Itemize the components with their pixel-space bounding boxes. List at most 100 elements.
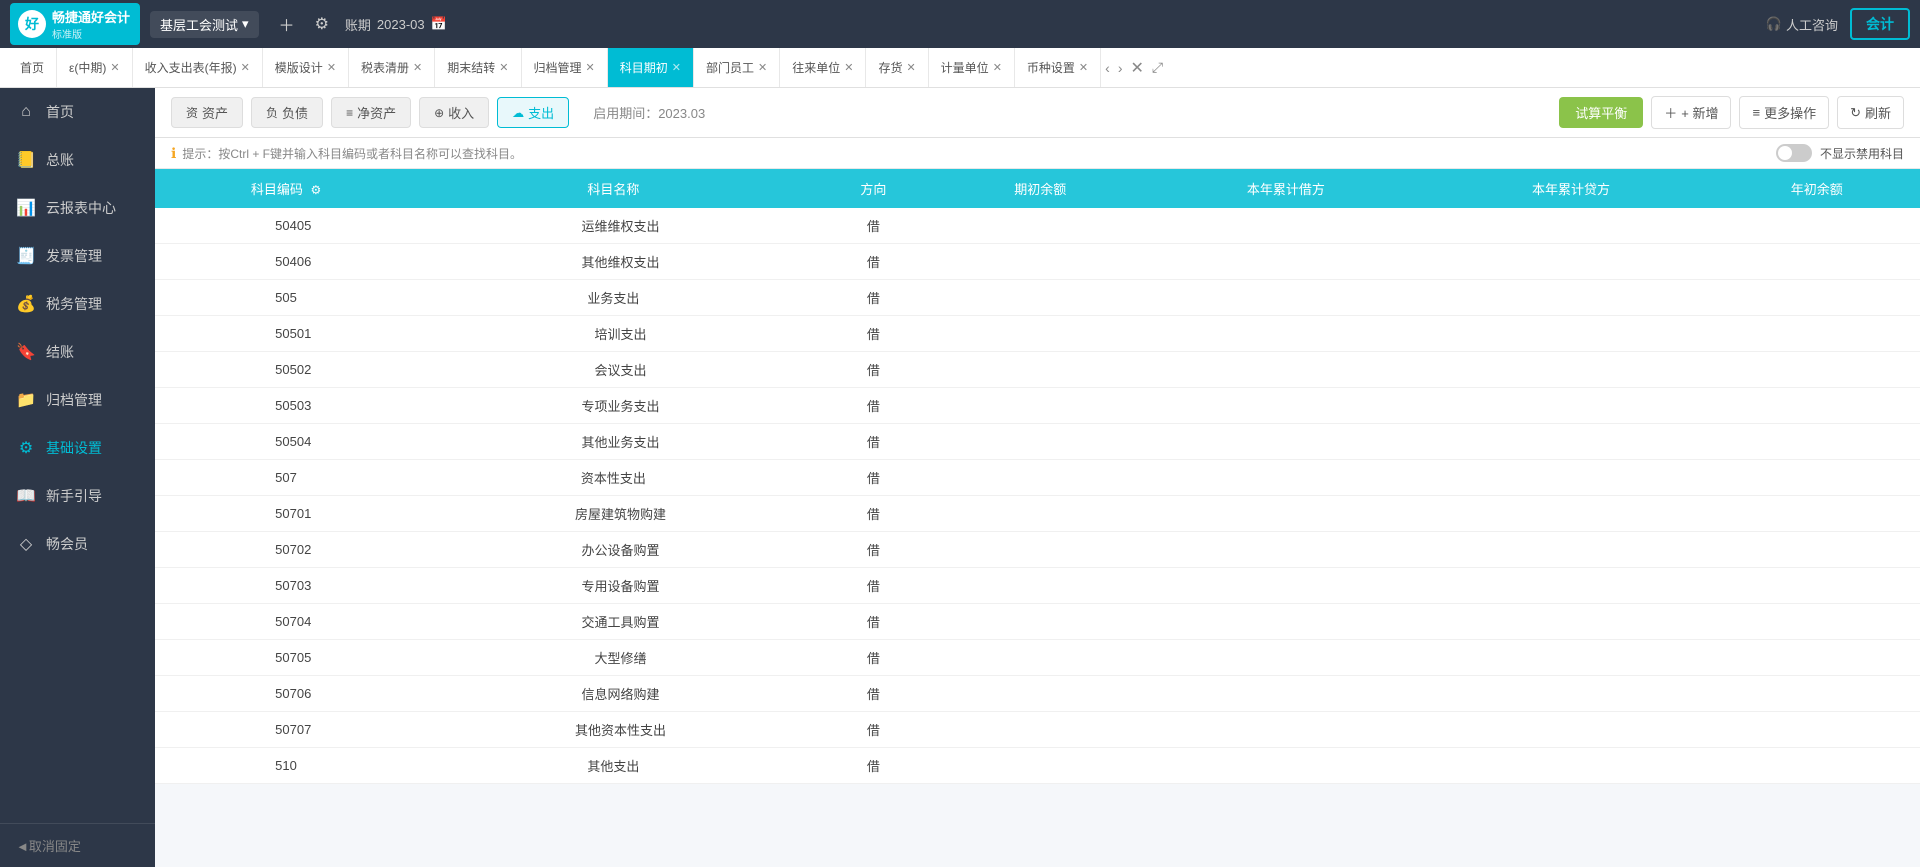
cell-name: 专用设备购置 bbox=[417, 568, 810, 604]
cell-ytd-debit bbox=[1143, 244, 1428, 280]
close-tab-template[interactable]: ✕ bbox=[327, 61, 336, 74]
tab-next-button[interactable]: › bbox=[1114, 60, 1127, 76]
more-button[interactable]: ≡ 更多操作 bbox=[1739, 96, 1829, 129]
add-button[interactable]: ＋ + 新增 bbox=[1651, 96, 1731, 129]
table-row[interactable]: 50406 其他维权支出 借 bbox=[155, 244, 1920, 280]
tab-prev-button[interactable]: ‹ bbox=[1101, 60, 1114, 76]
table-row[interactable]: 50702 办公设备购置 借 bbox=[155, 532, 1920, 568]
tab-home[interactable]: 首页 bbox=[8, 48, 57, 87]
sub-tab-asset[interactable]: 资 资产 bbox=[171, 97, 243, 128]
table-row[interactable]: 50706 信息网络购建 借 bbox=[155, 676, 1920, 712]
close-tab-period-end[interactable]: ✕ bbox=[499, 61, 508, 74]
sidebar-item-settings[interactable]: ⚙ 基础设置 bbox=[0, 424, 155, 472]
close-tab-subject-init[interactable]: ✕ bbox=[672, 61, 681, 74]
table-container: 科目编码 ⚙ 科目名称 方向 期初余额 本年累计借方 本年累计贷方 年初余额 5… bbox=[155, 169, 1920, 867]
sidebar-label-home: 首页 bbox=[46, 102, 74, 122]
cell-ytd-credit bbox=[1428, 208, 1713, 244]
sub-tab-income[interactable]: ⊕ 收入 bbox=[419, 97, 489, 128]
tab-income-year[interactable]: 收入支出表(年报) ✕ bbox=[133, 48, 263, 87]
close-tab-dept-emp[interactable]: ✕ bbox=[758, 61, 767, 74]
balance-button[interactable]: 试算平衡 bbox=[1559, 97, 1643, 128]
cell-code: 50701 bbox=[155, 496, 417, 532]
cell-opening-balance bbox=[937, 712, 1143, 748]
sidebar-item-report[interactable]: 📊 云报表中心 bbox=[0, 184, 155, 232]
table-row[interactable]: 50703 专用设备购置 借 bbox=[155, 568, 1920, 604]
sidebar-item-archive[interactable]: 📁 归档管理 bbox=[0, 376, 155, 424]
sidebar-label-settle: 结账 bbox=[46, 342, 74, 362]
settings-button[interactable]: ⚙ bbox=[309, 12, 335, 36]
sub-tab-expense[interactable]: ☁ 支出 bbox=[497, 97, 569, 128]
sidebar-item-guide[interactable]: 📖 新手引导 bbox=[0, 472, 155, 520]
close-tab-tax-clear[interactable]: ✕ bbox=[413, 61, 422, 74]
headset-icon: 🎧 bbox=[1766, 16, 1782, 32]
add-tab-button[interactable]: ＋ bbox=[273, 10, 301, 38]
toggle-disabled-subjects[interactable] bbox=[1776, 144, 1812, 162]
table-row[interactable]: 50504 其他业务支出 借 bbox=[155, 424, 1920, 460]
cell-direction: 借 bbox=[810, 208, 937, 244]
content-area: 资 资产 负 负债 ≡ 净资产 ⊕ 收入 ☁ 支出 启用期间：2023.03 试… bbox=[155, 88, 1920, 867]
tab-unit[interactable]: 计量单位 ✕ bbox=[929, 48, 1015, 87]
help-button[interactable]: 🎧 人工咨询 bbox=[1766, 15, 1838, 34]
close-tab-unit[interactable]: ✕ bbox=[993, 61, 1002, 74]
period-value: 2023-03 bbox=[377, 17, 425, 32]
close-tab-archive[interactable]: ✕ bbox=[586, 61, 595, 74]
table-row[interactable]: 50701 房屋建筑物购建 借 bbox=[155, 496, 1920, 532]
tab-expand-button[interactable]: ⤢ bbox=[1148, 59, 1167, 76]
table-row[interactable]: 50501 培训支出 借 bbox=[155, 316, 1920, 352]
sidebar-item-invoice[interactable]: 🧾 发票管理 bbox=[0, 232, 155, 280]
close-tab-inventory[interactable]: ✕ bbox=[906, 61, 915, 74]
close-tab-partner[interactable]: ✕ bbox=[844, 61, 853, 74]
cell-opening-balance bbox=[937, 496, 1143, 532]
cell-name: 其他维权支出 bbox=[417, 244, 810, 280]
sidebar-item-settle[interactable]: 🔖 结账 bbox=[0, 328, 155, 376]
refresh-button[interactable]: ↻ 刷新 bbox=[1837, 96, 1904, 129]
table-row[interactable]: 50503 专项业务支出 借 bbox=[155, 388, 1920, 424]
tab-partner[interactable]: 往来单位 ✕ bbox=[780, 48, 866, 87]
close-tab-income-year[interactable]: ✕ bbox=[241, 61, 250, 74]
sub-tab-liability[interactable]: 负 负债 bbox=[251, 97, 323, 128]
table-row[interactable]: 507 资本性支出 借 bbox=[155, 460, 1920, 496]
tab-close-all-button[interactable]: ✕ bbox=[1126, 58, 1147, 78]
sidebar-item-tax[interactable]: 💰 税务管理 bbox=[0, 280, 155, 328]
tab-tax-clear[interactable]: 税表清册 ✕ bbox=[349, 48, 435, 87]
cell-direction: 借 bbox=[810, 712, 937, 748]
tab-template[interactable]: 模版设计 ✕ bbox=[263, 48, 349, 87]
tab-dept-emp[interactable]: 部门员工 ✕ bbox=[694, 48, 780, 87]
add-icon: ＋ bbox=[1664, 103, 1677, 122]
sub-tab-equity[interactable]: ≡ 净资产 bbox=[331, 97, 411, 128]
cell-direction: 借 bbox=[810, 676, 937, 712]
table-row[interactable]: 50705 大型修缮 借 bbox=[155, 640, 1920, 676]
sidebar-item-home[interactable]: ⌂ 首页 bbox=[0, 88, 155, 136]
equity-icon: ≡ bbox=[346, 106, 353, 120]
table-row[interactable]: 50704 交通工具购置 借 bbox=[155, 604, 1920, 640]
th-year-opening: 年初余额 bbox=[1714, 169, 1920, 208]
tab-balance-mid[interactable]: ε(中期) ✕ bbox=[57, 48, 133, 87]
cell-ytd-debit bbox=[1143, 604, 1428, 640]
cell-ytd-credit bbox=[1428, 712, 1713, 748]
table-row[interactable]: 50707 其他资本性支出 借 bbox=[155, 712, 1920, 748]
table-row[interactable]: 50405 运维维权支出 借 bbox=[155, 208, 1920, 244]
table-row[interactable]: 510 其他支出 借 bbox=[155, 748, 1920, 784]
calendar-icon[interactable]: 📅 bbox=[431, 16, 447, 32]
report-icon: 📊 bbox=[16, 198, 36, 218]
close-tab-currency[interactable]: ✕ bbox=[1079, 61, 1088, 74]
more-icon: ≡ bbox=[1752, 105, 1760, 120]
project-selector[interactable]: 基层工会测试 ▾ bbox=[150, 11, 259, 38]
sidebar-item-ledger[interactable]: 📒 总账 bbox=[0, 136, 155, 184]
sidebar-collapse-button[interactable]: ◄取消固定 bbox=[0, 823, 155, 867]
tab-period-end[interactable]: 期末结转 ✕ bbox=[435, 48, 521, 87]
account-button[interactable]: 会计 bbox=[1850, 8, 1910, 40]
sidebar-item-member[interactable]: ◇ 畅会员 bbox=[0, 520, 155, 568]
logo-sub: 标准版 bbox=[52, 26, 130, 41]
close-tab-balance-mid[interactable]: ✕ bbox=[110, 61, 119, 74]
tab-subject-init[interactable]: 科目期初 ✕ bbox=[608, 48, 694, 87]
tab-currency[interactable]: 币种设置 ✕ bbox=[1015, 48, 1101, 87]
tab-inventory[interactable]: 存货 ✕ bbox=[866, 48, 928, 87]
tab-archive[interactable]: 归档管理 ✕ bbox=[522, 48, 608, 87]
cell-code: 50703 bbox=[155, 568, 417, 604]
cell-code: 50502 bbox=[155, 352, 417, 388]
table-row[interactable]: 50502 会议支出 借 bbox=[155, 352, 1920, 388]
table-row[interactable]: 505 业务支出 借 bbox=[155, 280, 1920, 316]
gear-icon[interactable]: ⚙ bbox=[310, 183, 321, 197]
cell-ytd-credit bbox=[1428, 640, 1713, 676]
